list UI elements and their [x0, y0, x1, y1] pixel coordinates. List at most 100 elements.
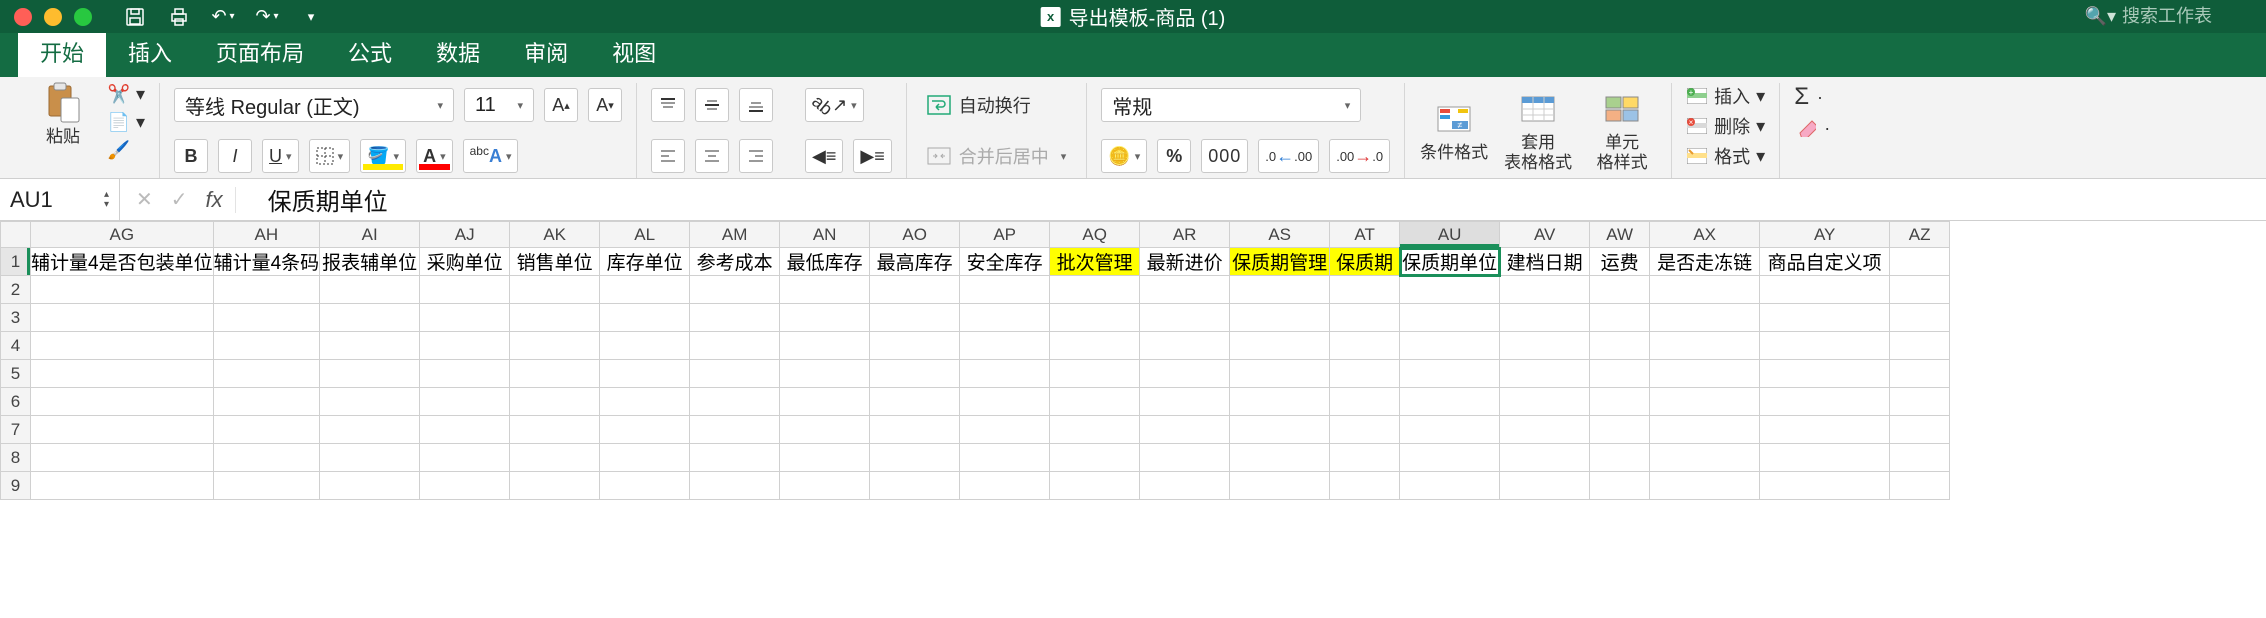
cell-AJ1[interactable]: 采购单位	[420, 248, 510, 276]
cell-AK5[interactable]	[510, 360, 600, 388]
cell-AZ4[interactable]	[1890, 332, 1950, 360]
cell-AM5[interactable]	[690, 360, 780, 388]
cell-AX7[interactable]	[1650, 416, 1760, 444]
cell-AM2[interactable]	[690, 276, 780, 304]
number-format-select[interactable]: 常规▾	[1101, 88, 1361, 122]
cell-AI1[interactable]: 报表辅单位	[320, 248, 420, 276]
cell-AV9[interactable]	[1500, 472, 1590, 500]
cell-AN2[interactable]	[780, 276, 870, 304]
cell-AL2[interactable]	[600, 276, 690, 304]
column-header-AK[interactable]: AK	[510, 222, 600, 248]
cell-AQ6[interactable]	[1050, 388, 1140, 416]
cell-AO8[interactable]	[870, 444, 960, 472]
cell-AG5[interactable]	[31, 360, 214, 388]
column-header-AN[interactable]: AN	[780, 222, 870, 248]
cell-AZ6[interactable]	[1890, 388, 1950, 416]
cell-AT1[interactable]: 保质期	[1330, 248, 1400, 276]
cell-AH1[interactable]: 辅计量4条码	[213, 248, 320, 276]
font-size-select[interactable]: 11▾	[464, 88, 534, 122]
tab-view[interactable]: 视图	[590, 27, 678, 77]
tab-insert[interactable]: 插入	[106, 27, 194, 77]
cell-AS6[interactable]	[1230, 388, 1330, 416]
cell-AV2[interactable]	[1500, 276, 1590, 304]
row-header-3[interactable]: 3	[1, 304, 31, 332]
cell-AG6[interactable]	[31, 388, 214, 416]
cell-AN6[interactable]	[780, 388, 870, 416]
cell-AY5[interactable]	[1760, 360, 1890, 388]
cell-AM6[interactable]	[690, 388, 780, 416]
cell-AT6[interactable]	[1330, 388, 1400, 416]
search-input[interactable]	[2122, 6, 2252, 27]
cell-AZ8[interactable]	[1890, 444, 1950, 472]
cell-AJ6[interactable]	[420, 388, 510, 416]
cell-AI7[interactable]	[320, 416, 420, 444]
cell-AL7[interactable]	[600, 416, 690, 444]
cell-AO4[interactable]	[870, 332, 960, 360]
cell-AZ2[interactable]	[1890, 276, 1950, 304]
decrease-decimal-button[interactable]: .00→.0	[1329, 139, 1390, 173]
cell-AU4[interactable]	[1400, 332, 1500, 360]
cell-AR2[interactable]	[1140, 276, 1230, 304]
cell-AZ1[interactable]	[1890, 248, 1950, 276]
cell-AO6[interactable]	[870, 388, 960, 416]
italic-button[interactable]: I	[218, 139, 252, 173]
cell-AP4[interactable]	[960, 332, 1050, 360]
cell-AV5[interactable]	[1500, 360, 1590, 388]
cell-AO5[interactable]	[870, 360, 960, 388]
cell-AN8[interactable]	[780, 444, 870, 472]
cell-AJ4[interactable]	[420, 332, 510, 360]
fill-color-button[interactable]: 🪣▾	[360, 139, 406, 173]
cell-AY9[interactable]	[1760, 472, 1890, 500]
column-header-AQ[interactable]: AQ	[1050, 222, 1140, 248]
cell-AJ3[interactable]	[420, 304, 510, 332]
row-header-7[interactable]: 7	[1, 416, 31, 444]
increase-decimal-button[interactable]: .0←.00	[1258, 139, 1319, 173]
column-header-AO[interactable]: AO	[870, 222, 960, 248]
cell-AK4[interactable]	[510, 332, 600, 360]
cell-AV6[interactable]	[1500, 388, 1590, 416]
cell-AN4[interactable]	[780, 332, 870, 360]
row-header-9[interactable]: 9	[1, 472, 31, 500]
column-header-AR[interactable]: AR	[1140, 222, 1230, 248]
cell-AM8[interactable]	[690, 444, 780, 472]
cell-AN3[interactable]	[780, 304, 870, 332]
cell-AL5[interactable]	[600, 360, 690, 388]
clear-button[interactable]: ·	[1794, 117, 1830, 139]
cell-AR8[interactable]	[1140, 444, 1230, 472]
comma-button[interactable]: 000	[1201, 139, 1248, 173]
cell-AL6[interactable]	[600, 388, 690, 416]
cell-AQ2[interactable]	[1050, 276, 1140, 304]
cell-AU7[interactable]	[1400, 416, 1500, 444]
column-header-AI[interactable]: AI	[320, 222, 420, 248]
cell-AY6[interactable]	[1760, 388, 1890, 416]
cell-AR3[interactable]	[1140, 304, 1230, 332]
cell-AT5[interactable]	[1330, 360, 1400, 388]
decrease-font-button[interactable]: A▾	[588, 88, 622, 122]
cell-AT3[interactable]	[1330, 304, 1400, 332]
cell-AN5[interactable]	[780, 360, 870, 388]
cell-AG8[interactable]	[31, 444, 214, 472]
row-header-1[interactable]: 1	[1, 248, 31, 276]
cell-AZ5[interactable]	[1890, 360, 1950, 388]
cell-AP7[interactable]	[960, 416, 1050, 444]
cell-AP3[interactable]	[960, 304, 1050, 332]
cell-AU5[interactable]	[1400, 360, 1500, 388]
search-sheet[interactable]: 🔍▾	[2085, 6, 2252, 27]
row-header-4[interactable]: 4	[1, 332, 31, 360]
confirm-formula-button[interactable]: ✓	[171, 187, 188, 212]
cell-AH8[interactable]	[213, 444, 320, 472]
cell-AX8[interactable]	[1650, 444, 1760, 472]
print-icon[interactable]	[166, 4, 192, 30]
select-all-corner[interactable]	[1, 222, 31, 248]
cell-AK1[interactable]: 销售单位	[510, 248, 600, 276]
cell-AL9[interactable]	[600, 472, 690, 500]
cell-AW1[interactable]: 运费	[1590, 248, 1650, 276]
cell-AV3[interactable]	[1500, 304, 1590, 332]
column-header-AZ[interactable]: AZ	[1890, 222, 1950, 248]
cell-AX3[interactable]	[1650, 304, 1760, 332]
fullscreen-window-button[interactable]	[74, 8, 92, 26]
cell-AI6[interactable]	[320, 388, 420, 416]
cell-AT8[interactable]	[1330, 444, 1400, 472]
font-color-button[interactable]: A▾	[416, 139, 453, 173]
tab-data[interactable]: 数据	[414, 27, 502, 77]
